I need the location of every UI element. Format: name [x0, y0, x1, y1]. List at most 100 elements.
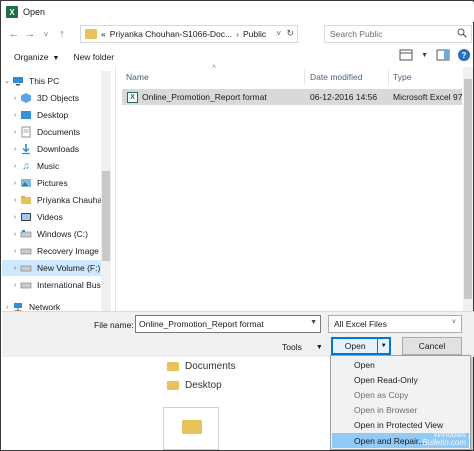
menu-item-open[interactable]: Open — [332, 357, 469, 372]
organize-label: Organize — [14, 52, 49, 62]
cube-icon — [21, 93, 31, 103]
tools-button[interactable]: Tools ▼ — [282, 339, 323, 355]
chevron-down-icon[interactable]: ˅ — [452, 319, 456, 326]
drive-icon — [20, 265, 32, 272]
open-split-button: Open ▼ — [331, 337, 391, 355]
file-row[interactable]: X Online_Promotion_Report format 06-12-2… — [122, 89, 462, 105]
nav-label: Downloads — [37, 144, 80, 154]
expand-chevron-icon[interactable]: › — [10, 112, 20, 119]
change-view-icon[interactable] — [399, 49, 413, 61]
nav-label: Pictures — [37, 178, 68, 188]
cancel-button[interactable]: Cancel — [402, 337, 462, 355]
file-type-filter[interactable]: All Excel Files ˅ — [328, 315, 462, 333]
expand-chevron-icon[interactable]: › — [2, 304, 12, 311]
desktop-folder-icon — [21, 111, 31, 119]
downloads-icon — [22, 144, 30, 155]
nav-item-this-pc[interactable]: ⌄ This PC — [2, 73, 100, 89]
navigation-pane: ⌄ This PC › 3D Objects › Desktop › Docum… — [2, 71, 114, 311]
back-arrow-icon[interactable]: ← — [6, 26, 22, 42]
expand-chevron-icon[interactable]: › — [10, 95, 20, 102]
address-dropdown-icon[interactable]: ˅ — [276, 29, 281, 38]
expand-chevron-icon[interactable]: › — [10, 231, 20, 238]
column-header-type[interactable]: Type — [393, 67, 463, 87]
forward-arrow-icon[interactable]: → — [22, 26, 38, 42]
nav-label: Priyanka Chauha — [37, 195, 103, 205]
nav-label: Documents — [37, 127, 80, 137]
expand-chevron-icon[interactable]: › — [10, 265, 20, 272]
background-folder-tile[interactable] — [163, 407, 219, 450]
menu-item-open-in-browser[interactable]: Open in Browser — [332, 402, 469, 417]
background-item-documents[interactable]: Documents — [167, 358, 236, 374]
nav-item-windows-c[interactable]: › Windows (C:) — [10, 226, 108, 242]
nav-item-documents[interactable]: › Documents — [10, 124, 108, 140]
nav-item-pictures[interactable]: › Pictures — [10, 175, 108, 191]
file-list-scrollbar-thumb[interactable] — [464, 79, 472, 299]
expand-chevron-icon[interactable]: › — [10, 180, 20, 187]
nav-item-downloads[interactable]: › Downloads — [10, 141, 108, 157]
dialog-footer: File name: Online_Promotion_Report forma… — [2, 311, 474, 357]
up-arrow-icon[interactable]: ↑ — [54, 26, 70, 42]
file-list-scrollbar[interactable] — [463, 67, 473, 311]
nav-item-3d-objects[interactable]: › 3D Objects — [10, 90, 108, 106]
folder-icon — [85, 29, 97, 39]
new-folder-button[interactable]: New folder — [73, 52, 114, 62]
organize-button[interactable]: Organize ▼ — [14, 52, 59, 62]
chevron-down-icon: ▼ — [315, 343, 323, 351]
breadcrumb-current[interactable]: Public — [243, 29, 266, 39]
background-item-desktop[interactable]: Desktop — [167, 377, 222, 393]
navigation-scrollbar-thumb[interactable] — [102, 171, 110, 261]
nav-label: International Bus — [37, 280, 101, 290]
nav-item-network[interactable]: › Network — [2, 299, 100, 311]
column-header-date[interactable]: Date modified — [310, 67, 392, 87]
expand-chevron-icon[interactable]: › — [10, 197, 20, 204]
open-button[interactable]: Open — [333, 339, 377, 353]
music-icon: ♫ — [22, 160, 30, 172]
nav-item-videos[interactable]: › Videos — [10, 209, 108, 225]
expand-chevron-icon[interactable]: ⌄ — [2, 77, 12, 85]
nav-label: Recovery Image — [37, 246, 99, 256]
nav-label: 3D Objects — [37, 93, 80, 103]
search-input[interactable]: Search Public — [330, 29, 382, 39]
search-icon[interactable] — [457, 28, 467, 38]
videos-icon — [21, 213, 31, 221]
nav-item-recovery-image[interactable]: › Recovery Image — [10, 243, 108, 259]
search-box[interactable]: Search Public — [324, 25, 472, 43]
nav-label: Network — [29, 302, 61, 311]
menu-item-open-as-copy[interactable]: Open as Copy — [332, 387, 469, 402]
menu-item-open-read-only[interactable]: Open Read-Only — [332, 372, 469, 387]
nav-item-desktop[interactable]: › Desktop — [10, 107, 108, 123]
expand-chevron-icon[interactable]: › — [10, 129, 20, 136]
expand-chevron-icon[interactable]: › — [10, 248, 20, 255]
recent-locations-chevron-icon[interactable]: ˅ — [38, 26, 54, 42]
drive-icon — [20, 282, 32, 289]
expand-chevron-icon[interactable]: › — [10, 282, 20, 289]
breadcrumb-separator: › — [236, 29, 239, 39]
view-dropdown-icon[interactable]: ▼ — [421, 52, 428, 59]
folder-icon — [21, 196, 31, 204]
file-name-field[interactable]: Online_Promotion_Report format ▼ — [135, 315, 321, 333]
expand-chevron-icon[interactable]: › — [10, 146, 20, 153]
open-options-dropdown-icon[interactable]: ▼ — [377, 339, 389, 353]
help-icon[interactable]: ? — [458, 49, 470, 61]
address-bar[interactable]: « Priyanka Chouhan-S1066-Doc... › Public… — [80, 25, 298, 43]
excel-app-icon: X — [6, 6, 18, 18]
column-divider[interactable] — [388, 69, 389, 85]
nav-item-music[interactable]: › ♫ Music — [10, 158, 108, 174]
preview-pane-icon[interactable] — [436, 49, 450, 61]
column-divider[interactable] — [304, 69, 305, 85]
view-controls: ▼ ? — [399, 49, 470, 61]
breadcrumb-parent[interactable]: Priyanka Chouhan-S1066-Doc... — [110, 29, 232, 39]
nav-item-user-folder[interactable]: › Priyanka Chauha — [10, 192, 108, 208]
nav-item-new-volume-f[interactable]: › New Volume (F:) — [2, 260, 106, 276]
chevron-down-icon[interactable]: ▼ — [310, 319, 317, 326]
column-header-name[interactable]: Name — [126, 67, 306, 87]
expand-chevron-icon[interactable]: › — [10, 214, 20, 221]
expand-chevron-icon[interactable]: › — [10, 163, 20, 170]
pictures-icon — [21, 179, 31, 187]
breadcrumb-overflow[interactable]: « — [101, 29, 106, 39]
nav-item-international-bus[interactable]: › International Bus — [10, 277, 108, 293]
refresh-icon[interactable]: ↻ — [286, 28, 294, 39]
file-type-filter-value: All Excel Files — [334, 319, 387, 329]
file-name-value[interactable]: Online_Promotion_Report format — [139, 319, 264, 329]
address-row: ← → ˅ ↑ « Priyanka Chouhan-S1066-Doc... … — [2, 23, 474, 45]
